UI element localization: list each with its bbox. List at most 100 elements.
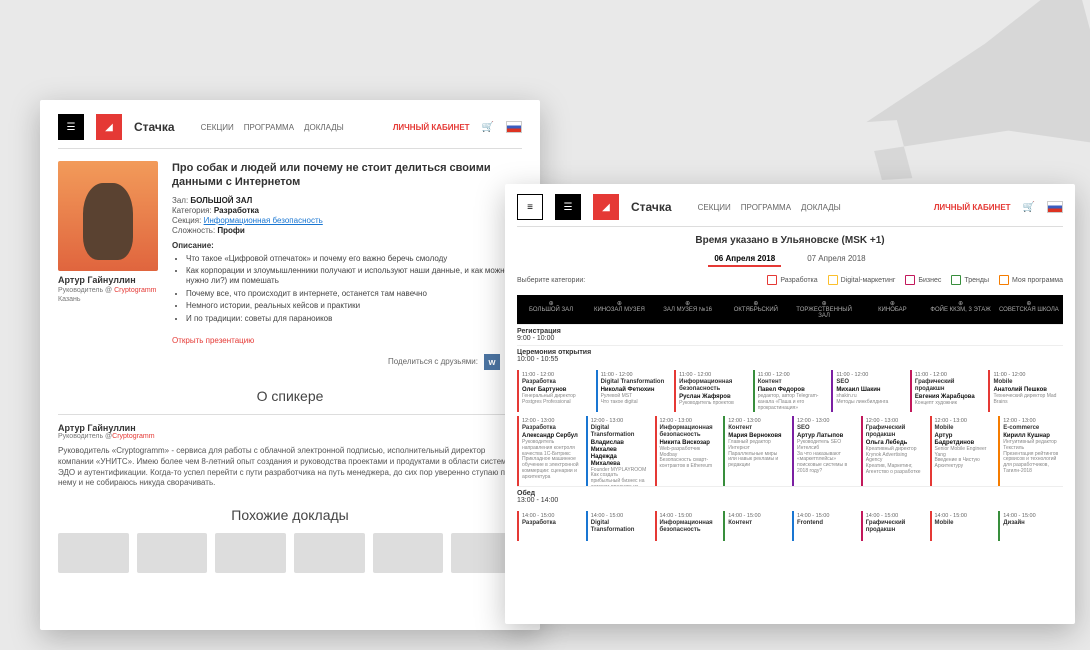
schedule-slot[interactable]: 11:00 - 12:00MobileАнатолий ПешковТехнич… — [988, 370, 1063, 412]
room-header: ⊕БОЛЬШОЙ ЗАЛ — [517, 298, 585, 321]
schedule-slot[interactable]: 14:00 - 15:00Mobile — [930, 511, 995, 541]
talk-title: Про собак и людей или почему не стоит де… — [172, 161, 522, 190]
logo-icon[interactable]: ◢ — [593, 194, 619, 220]
nav-program[interactable]: ПРОГРАММА — [741, 203, 791, 212]
room-header: ⊕ФОЙЕ ККЗМ, 3 ЭТАЖ — [927, 298, 995, 321]
nav-talks[interactable]: ДОКЛАДЫ — [304, 123, 344, 132]
similar-card[interactable] — [215, 533, 286, 573]
speaker-page-window: ☰ ◢ Стачка СЕКЦИИ ПРОГРАММА ДОКЛАДЫ ЛИЧН… — [40, 100, 540, 630]
schedule-slot[interactable]: 12:00 - 13:00Digital TransformationВлади… — [586, 416, 651, 486]
desc-item: Что такое «Цифровой отпечаток» и почему … — [186, 254, 522, 264]
schedule-body-3: 14:00 - 15:00Разработка14:00 - 15:00Digi… — [517, 511, 1063, 541]
speaker-name: Артур Гайнуллин — [58, 275, 158, 285]
schedule-slot[interactable]: 12:00 - 13:00Графический продакшнОльга Л… — [861, 416, 926, 486]
date-tab-1[interactable]: 06 Апреля 2018 — [708, 252, 781, 267]
about-role: Руководитель @Cryptogramm — [58, 433, 522, 440]
schedule-slot[interactable]: 11:00 - 12:00КонтентПавел Федоровредакто… — [753, 370, 828, 412]
speaker-role: Руководитель @ Cryptogramm — [58, 287, 158, 294]
schedule-body-2: 12:00 - 13:00РазработкаАлександр СербулР… — [517, 416, 1063, 486]
cat-my[interactable]: Моя программа — [999, 275, 1063, 285]
similar-card[interactable] — [294, 533, 365, 573]
lang-flag-icon[interactable] — [506, 121, 522, 133]
speaker-city: Казань — [58, 296, 158, 303]
schedule-slot[interactable]: 14:00 - 15:00Digital Transformation — [586, 511, 651, 541]
similar-card[interactable] — [58, 533, 129, 573]
schedule-slot[interactable]: 14:00 - 15:00Дизайн — [998, 511, 1063, 541]
registration-row: Регистрация 9:00 - 10:00 — [517, 324, 1063, 345]
logo-icon[interactable]: ◢ — [96, 114, 122, 140]
similar-card[interactable] — [137, 533, 208, 573]
brand: Стачка — [134, 120, 175, 134]
cart-icon[interactable]: 🛒 — [482, 122, 494, 133]
top-nav: СЕКЦИИ ПРОГРАММА ДОКЛАДЫ — [201, 123, 344, 132]
schedule-slot[interactable]: 11:00 - 12:00Digital TransformationНикол… — [596, 370, 671, 412]
cat-trend[interactable]: Тренды — [951, 275, 989, 285]
share-label: Поделиться с друзьями: — [388, 357, 478, 366]
schedule-slot[interactable]: 14:00 - 15:00Графический продакшн — [861, 511, 926, 541]
nav-program[interactable]: ПРОГРАММА — [244, 123, 294, 132]
schedule-slot[interactable]: 12:00 - 13:00КонтентМария ВерноковяГлавн… — [723, 416, 788, 486]
similar-row — [58, 533, 522, 573]
nav-talks[interactable]: ДОКЛАДЫ — [801, 203, 841, 212]
room-header: ⊕КИНОБАР — [858, 298, 926, 321]
header: ≡ ☰ ◢ Стачка СЕКЦИИ ПРОГРАММА ДОКЛАДЫ ЛИ… — [517, 194, 1063, 227]
schedule-slot[interactable]: 12:00 - 13:00Информационная безопасность… — [655, 416, 720, 486]
cabinet-link[interactable]: ЛИЧНЫЙ КАБИНЕТ — [934, 203, 1011, 212]
vk-icon[interactable]: w — [484, 354, 500, 370]
schedule-slot[interactable]: 11:00 - 12:00РазработкаОлег БартуновГене… — [517, 370, 592, 412]
lang-flag-icon[interactable] — [1047, 201, 1063, 213]
menu-icon-dark[interactable]: ☰ — [555, 194, 581, 220]
menu-icon[interactable]: ≡ — [517, 194, 543, 220]
schedule-slot[interactable]: 12:00 - 13:00РазработкаАлександр СербулР… — [517, 416, 582, 486]
hall-row: Зал: БОЛЬШОЙ ЗАЛ — [172, 196, 522, 205]
opening-row: Церемония открытия 10:00 - 10:55 — [517, 345, 1063, 366]
speaker-column: Артур Гайнуллин Руководитель @ Cryptogra… — [58, 161, 158, 346]
schedule-slot[interactable]: 14:00 - 15:00Информационная безопасность — [655, 511, 720, 541]
schedule-slot[interactable]: 14:00 - 15:00Разработка — [517, 511, 582, 541]
desc-item: И по традиции: советы для параноиков — [186, 314, 522, 324]
lunch-row: Обед 13:00 - 14:00 — [517, 486, 1063, 507]
brand: Стачка — [631, 200, 672, 214]
schedule-slot[interactable]: 12:00 - 13:00E-commerceКирилл КушнарИнту… — [998, 416, 1063, 486]
talk-column: Про собак и людей или почему не стоит де… — [172, 161, 522, 346]
desc-item: Как корпорации и злоумышленники получают… — [186, 266, 522, 287]
schedule-slot[interactable]: 11:00 - 12:00Информационная безопасность… — [674, 370, 749, 412]
cat-biz[interactable]: Бизнес — [905, 275, 941, 285]
about-body: Руководитель «Cryptogramm» - сервиса для… — [58, 446, 522, 489]
category-filter-row: Выберите категории: Разработка Digital-м… — [517, 275, 1063, 285]
cart-icon[interactable]: 🛒 — [1023, 202, 1035, 213]
room-header: ⊕ТОРЖЕСТВЕННЫЙ ЗАЛ — [790, 298, 858, 321]
schedule-slot[interactable]: 11:00 - 12:00SEOМихаил Шакинshakin.ruМет… — [831, 370, 906, 412]
schedule-slot[interactable]: 12:00 - 13:00MobileАртур БадретдиновSeni… — [930, 416, 995, 486]
schedule-body: 11:00 - 12:00РазработкаОлег БартуновГене… — [517, 370, 1063, 412]
similar-card[interactable] — [373, 533, 444, 573]
level-row: Сложность: Профи — [172, 226, 522, 235]
nav-sections[interactable]: СЕКЦИИ — [698, 203, 731, 212]
cabinet-link[interactable]: ЛИЧНЫЙ КАБИНЕТ — [393, 123, 470, 132]
room-header: ⊕КИНОЗАЛ МУЗЕЯ — [585, 298, 653, 321]
share-row: Поделиться с друзьями: w f — [58, 354, 522, 370]
schedule-slot[interactable]: 11:00 - 12:00Графический продакшнЕвгения… — [910, 370, 985, 412]
desc-label: Описание: — [172, 241, 522, 250]
date-tab-2[interactable]: 07 Апреля 2018 — [801, 252, 871, 267]
rooms-bar: ⊕БОЛЬШОЙ ЗАЛ ⊕КИНОЗАЛ МУЗЕЯ ⊕ЗАЛ МУЗЕЯ №… — [517, 295, 1063, 324]
date-tabs: 06 Апреля 2018 07 Апреля 2018 — [517, 252, 1063, 267]
cat-dev[interactable]: Разработка — [767, 275, 817, 285]
top-nav: СЕКЦИИ ПРОГРАММА ДОКЛАДЫ — [698, 203, 841, 212]
section-row: Секция: Информационная безопасность — [172, 216, 522, 225]
timezone-title: Время указано в Ульяновске (MSK +1) — [517, 235, 1063, 246]
avatar — [58, 161, 158, 271]
room-header: ⊕ОКТЯБРЬСКИЙ — [722, 298, 790, 321]
about-name: Артур Гайнуллин — [58, 414, 522, 433]
schedule-slot[interactable]: 12:00 - 13:00SEOАртур ЛатыповРуководител… — [792, 416, 857, 486]
desc-item: Немного истории, реальных кейсов и практ… — [186, 301, 522, 311]
room-header: ⊕СОВЕТСКАЯ ШКОЛА — [995, 298, 1063, 321]
nav-sections[interactable]: СЕКЦИИ — [201, 123, 234, 132]
similar-title: Похожие доклады — [58, 507, 522, 523]
desc-item: Почему все, что происходит в интернете, … — [186, 289, 522, 299]
cat-dm[interactable]: Digital-маркетинг — [828, 275, 896, 285]
open-presentation-link[interactable]: Открыть презентацию — [172, 336, 254, 345]
schedule-slot[interactable]: 14:00 - 15:00Контент — [723, 511, 788, 541]
schedule-slot[interactable]: 14:00 - 15:00Frontend — [792, 511, 857, 541]
menu-icon[interactable]: ☰ — [58, 114, 84, 140]
